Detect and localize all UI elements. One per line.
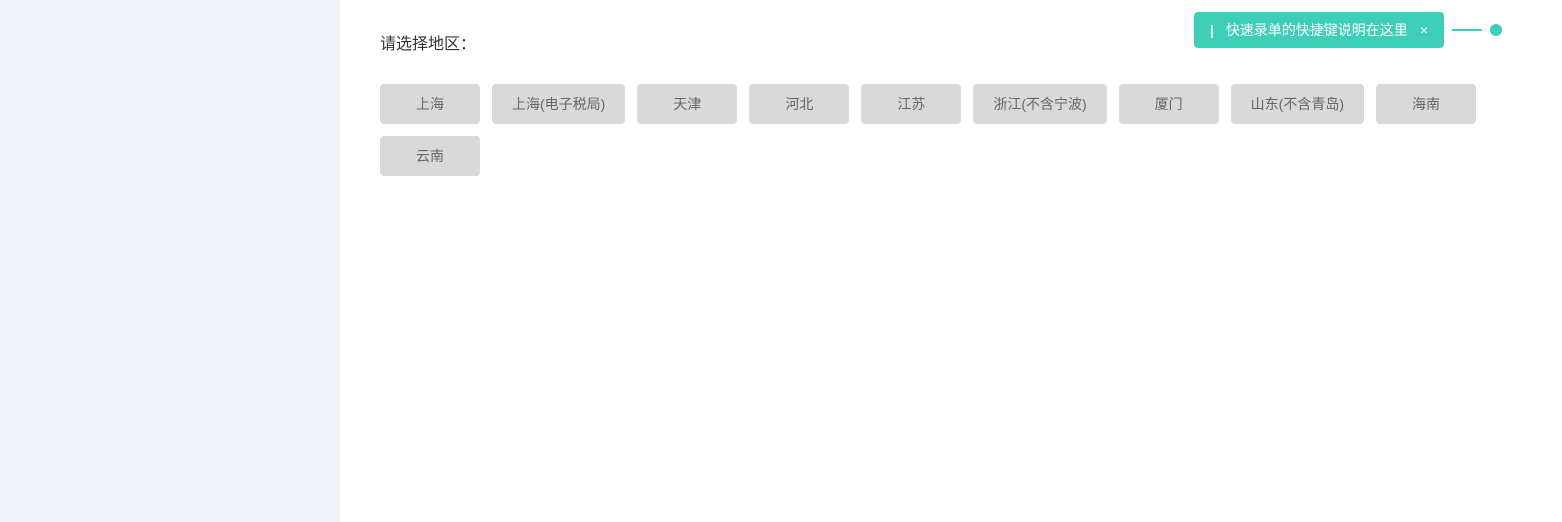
region-button-tianjin[interactable]: 天津: [637, 84, 737, 124]
region-button-jiangsu[interactable]: 江苏: [861, 84, 961, 124]
region-button-zhejiang[interactable]: 浙江(不含宁波): [973, 84, 1106, 124]
region-button-xiamen[interactable]: 厦门: [1119, 84, 1219, 124]
region-button-shanghai[interactable]: 上海: [380, 84, 480, 124]
tooltip-container: 快速录单的快捷键说明在这里 ×: [1194, 12, 1502, 48]
tooltip-dot: [1490, 24, 1502, 36]
region-button-shandong[interactable]: 山东(不含青岛): [1231, 84, 1364, 124]
tooltip-text: 快速录单的快捷键说明在这里: [1226, 20, 1408, 40]
tooltip-bubble: 快速录单的快捷键说明在这里 ×: [1194, 12, 1444, 48]
tooltip-line: [1452, 29, 1482, 31]
region-button-hainan[interactable]: 海南: [1376, 84, 1476, 124]
region-button-yunnan[interactable]: 云南: [380, 136, 480, 176]
tooltip-close-button[interactable]: ×: [1420, 22, 1428, 38]
region-button-hebei[interactable]: 河北: [749, 84, 849, 124]
main-content: 请选择地区： 上海上海(电子税局)天津河北江苏浙江(不含宁波)厦门山东(不含青岛…: [340, 0, 1562, 522]
region-button-shanghai-etax[interactable]: 上海(电子税局): [492, 84, 625, 124]
region-grid: 上海上海(电子税局) 天津河北江苏浙江(不含宁波) 厦门山东(不含青岛) 海南云南: [380, 84, 1522, 176]
left-sidebar: [0, 0, 340, 522]
